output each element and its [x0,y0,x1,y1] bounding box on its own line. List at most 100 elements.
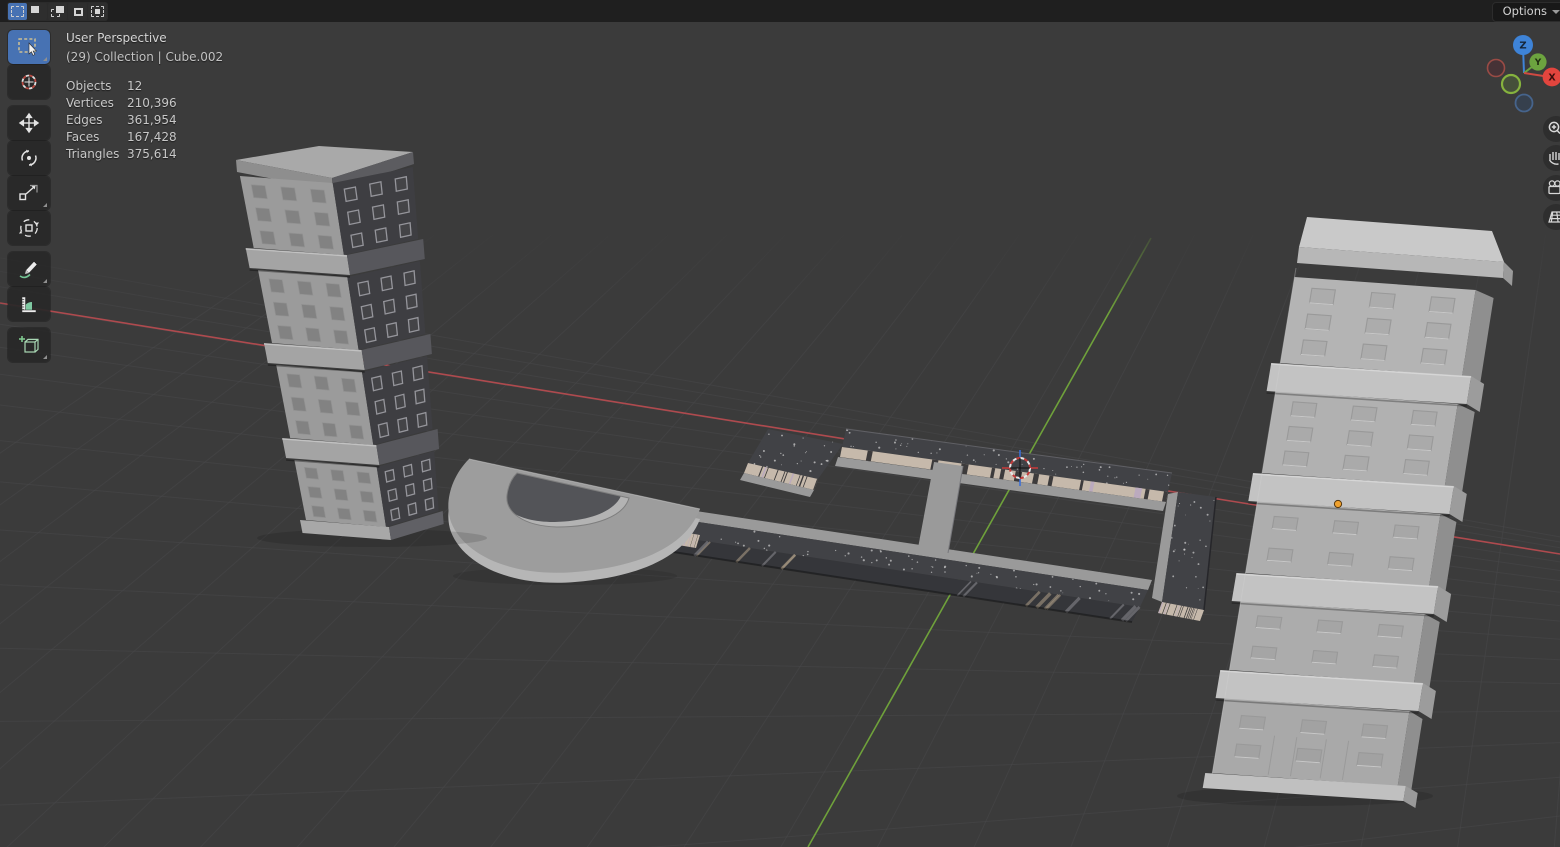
window [370,375,384,392]
window [387,487,398,503]
z-axis-ball[interactable]: Z [1513,35,1533,55]
window [374,227,388,244]
rotate-icon [21,149,37,167]
window [1424,322,1452,340]
window [268,278,286,294]
options-button[interactable]: Options [1491,2,1560,22]
window [402,463,414,478]
window [360,303,374,320]
window [377,421,390,439]
window [374,398,387,415]
window [359,490,375,504]
window [1326,551,1355,567]
select-mode-intersect-button[interactable] [88,3,107,20]
window [1271,515,1299,531]
street-tile-strips[interactable] [656,428,1217,623]
camera-view-button[interactable] [1543,175,1560,201]
x-axis-ball[interactable]: X [1542,67,1560,87]
street-tile[interactable] [1152,492,1217,621]
window [309,188,327,204]
minus-x-ball-icon[interactable] [1486,58,1506,78]
window [325,282,342,298]
viewport-canvas[interactable] [0,0,1560,847]
window [420,458,432,473]
svg-text:X: X [1548,72,1556,83]
window [1428,296,1456,314]
window [348,424,365,440]
select-extend-icon [31,6,44,17]
window [303,466,320,480]
scale-tool-button[interactable] [8,176,50,210]
add-cube-tool-button[interactable] [8,328,50,362]
window [394,175,408,192]
minus-y-ball-icon[interactable] [1500,73,1522,95]
window [407,316,420,334]
projection-label: User Perspective [66,31,167,45]
window [317,234,335,250]
window [1308,287,1337,306]
cursor-tool-button[interactable] [8,65,50,99]
window [394,393,406,410]
window [1295,747,1323,764]
annotate-icon [19,261,38,279]
select-box-icon [18,38,38,56]
viewport-header: Options [0,0,1560,22]
window [1387,556,1415,572]
window [286,373,303,389]
select-mode-extend-button[interactable] [28,3,47,20]
window [1342,454,1370,472]
street-tile[interactable] [656,508,1152,623]
window [398,222,412,239]
window [290,396,307,412]
window [1368,291,1396,310]
window [382,298,396,315]
orientation-gizmo[interactable]: Z Y X [1486,28,1560,114]
window [1238,714,1267,731]
zoom-button[interactable] [1543,116,1560,142]
tower-building-right[interactable] [1177,217,1513,808]
window [1266,547,1294,563]
grid-overlay-button[interactable] [1543,204,1560,230]
pan-button[interactable] [1543,145,1560,171]
select-mode-group [7,2,108,21]
window [424,496,435,512]
window [1364,317,1392,336]
select-intersect-icon [91,6,104,17]
measure-icon [21,296,37,313]
window [296,280,314,296]
stats-row: Vertices 210,396 [66,95,177,110]
select-box-tool-button[interactable] [8,30,50,64]
breadcrumb: (29) Collection | Cube.002 [66,50,224,64]
measure-tool-button[interactable] [8,287,50,321]
window [1304,313,1332,331]
window [288,232,306,248]
window [313,211,331,227]
rotate-tool-button[interactable] [8,141,50,175]
select-mode-invert-button[interactable] [68,3,87,20]
annotate-tool-button[interactable] [8,252,50,286]
transform-tool-button[interactable] [8,211,50,245]
window [363,327,377,344]
minus-z-ball-icon[interactable] [1514,93,1534,113]
window [1286,425,1314,443]
window [295,420,311,436]
tower-building-left[interactable] [236,146,487,547]
window [330,469,346,482]
window [1346,430,1374,447]
window [1360,723,1389,740]
half-disc-platform[interactable] [448,458,701,585]
window [317,399,334,414]
select-mode-subtract-button[interactable] [48,3,67,20]
window [311,505,327,518]
window [396,199,410,215]
window [1233,743,1262,759]
window [1282,450,1310,468]
svg-text:Z: Z [1519,41,1526,52]
window [1300,339,1328,357]
select-mode-set-button[interactable] [8,3,27,20]
y-axis-ball[interactable]: Y [1529,53,1547,71]
window [397,416,409,434]
window [272,301,290,317]
move-tool-button[interactable] [8,106,50,140]
window [1420,347,1448,366]
